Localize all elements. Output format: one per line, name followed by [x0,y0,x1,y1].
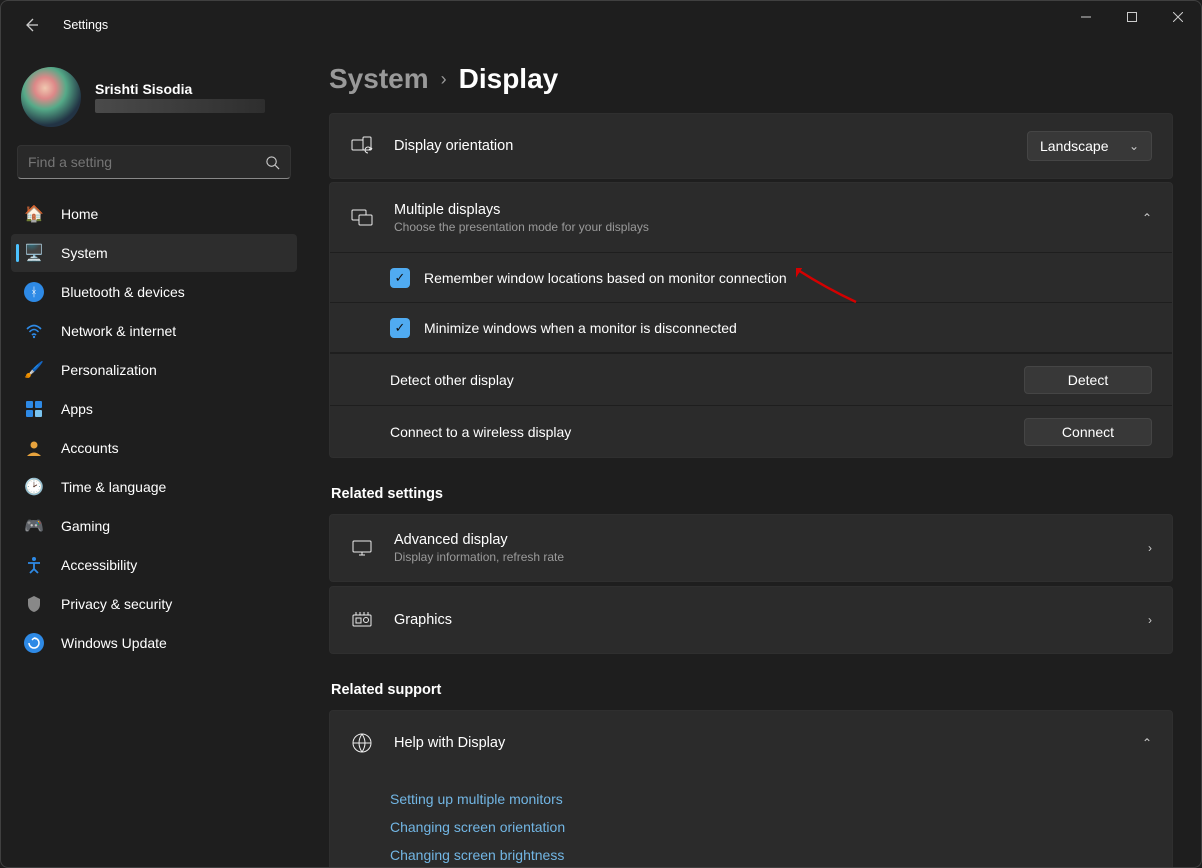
minimize-windows-checkbox[interactable]: ✓ [390,318,410,338]
setting-label: Display orientation [394,138,1027,154]
graphics-icon [350,609,374,631]
multiple-displays-icon [350,207,374,229]
wifi-icon [23,320,45,342]
sidebar-item-accessibility[interactable]: Accessibility [11,546,297,584]
chevron-right-icon: › [1148,541,1152,555]
sidebar-item-label: Home [61,206,98,222]
chevron-right-icon: › [441,69,447,90]
sidebar-item-label: System [61,245,108,261]
sidebar-item-gaming[interactable]: 🎮 Gaming [11,507,297,545]
help-icon [350,732,374,754]
multiple-displays-header[interactable]: Multiple displays Choose the presentatio… [330,183,1172,253]
checkbox-label: Remember window locations based on monit… [424,270,787,286]
profile-section[interactable]: Srishti Sisodia [9,67,299,145]
brush-icon: 🖌️ [23,359,45,381]
wireless-display-row: Connect to a wireless display Connect [330,405,1172,457]
chevron-up-icon: ⌃ [1142,211,1152,225]
shield-icon [23,593,45,615]
search-input[interactable] [28,154,265,170]
system-icon: 🖥️ [23,242,45,264]
related-settings-heading: Related settings [331,486,1173,502]
sidebar-item-label: Accounts [61,440,119,456]
help-link-multiple-monitors[interactable]: Setting up multiple monitors [390,785,1172,813]
bluetooth-icon: ᚼ [23,281,45,303]
search-icon [265,155,280,170]
minimize-button[interactable] [1063,1,1109,33]
help-with-display-header[interactable]: Help with Display ⌃ [330,711,1172,775]
back-button[interactable] [19,13,43,37]
avatar [21,67,81,127]
home-icon: 🏠 [23,203,45,225]
maximize-button[interactable] [1109,1,1155,33]
detect-button[interactable]: Detect [1024,366,1152,394]
chevron-right-icon: › [1148,613,1152,627]
link-title: Advanced display [394,532,1148,548]
sidebar-item-label: Windows Update [61,635,167,651]
chevron-down-icon: ⌄ [1129,139,1139,153]
link-title: Graphics [394,612,1148,628]
detect-display-row: Detect other display Detect [330,353,1172,405]
setting-label: Multiple displays [394,202,1142,218]
sidebar-item-privacy[interactable]: Privacy & security [11,585,297,623]
orientation-icon [350,135,374,157]
related-support-heading: Related support [331,682,1173,698]
sidebar-item-label: Privacy & security [61,596,172,612]
gaming-icon: 🎮 [23,515,45,537]
action-label: Detect other display [390,372,1024,388]
remember-locations-checkbox[interactable]: ✓ [390,268,410,288]
action-label: Connect to a wireless display [390,424,1024,440]
accessibility-icon [23,554,45,576]
profile-name: Srishti Sisodia [95,81,265,97]
dropdown-value: Landscape [1040,138,1109,154]
sidebar-item-network[interactable]: Network & internet [11,312,297,350]
apps-icon [23,398,45,420]
sidebar-item-label: Personalization [61,362,157,378]
help-link-screen-brightness[interactable]: Changing screen brightness [390,841,1172,867]
link-sub: Display information, refresh rate [394,550,1148,564]
sidebar-item-personalization[interactable]: 🖌️ Personalization [11,351,297,389]
checkbox-label: Minimize windows when a monitor is disco… [424,320,737,336]
setting-sub: Choose the presentation mode for your di… [394,220,1142,234]
advanced-display-link[interactable]: Advanced display Display information, re… [330,515,1172,581]
sidebar-item-label: Apps [61,401,93,417]
app-title: Settings [63,18,108,32]
sidebar-item-label: Accessibility [61,557,137,573]
help-link-screen-orientation[interactable]: Changing screen orientation [390,813,1172,841]
graphics-link[interactable]: Graphics › [330,587,1172,653]
update-icon [23,632,45,654]
sidebar-item-time[interactable]: 🕑 Time & language [11,468,297,506]
clock-icon: 🕑 [23,476,45,498]
minimize-windows-row: ✓ Minimize windows when a monitor is dis… [330,303,1172,353]
close-button[interactable] [1155,1,1201,33]
help-title: Help with Display [394,735,1142,751]
breadcrumb: System › Display [329,63,1173,95]
display-orientation-row: Display orientation Landscape ⌄ [330,114,1172,178]
breadcrumb-parent[interactable]: System [329,63,429,95]
remember-window-locations-row: ✓ Remember window locations based on mon… [330,253,1172,303]
sidebar-item-label: Bluetooth & devices [61,284,185,300]
orientation-dropdown[interactable]: Landscape ⌄ [1027,131,1152,161]
sidebar-item-apps[interactable]: Apps [11,390,297,428]
search-input-wrapper[interactable] [17,145,291,179]
sidebar-item-accounts[interactable]: Accounts [11,429,297,467]
sidebar-item-label: Network & internet [61,323,176,339]
chevron-up-icon: ⌃ [1142,736,1152,750]
breadcrumb-current: Display [459,63,559,95]
sidebar-item-home[interactable]: 🏠 Home [11,195,297,233]
sidebar-item-bluetooth[interactable]: ᚼ Bluetooth & devices [11,273,297,311]
monitor-icon [350,537,374,559]
accounts-icon [23,437,45,459]
connect-button[interactable]: Connect [1024,418,1152,446]
sidebar-item-system[interactable]: 🖥️ System [11,234,297,272]
sidebar-item-label: Gaming [61,518,110,534]
sidebar-item-label: Time & language [61,479,166,495]
profile-email-redacted [95,99,265,113]
sidebar-item-update[interactable]: Windows Update [11,624,297,662]
